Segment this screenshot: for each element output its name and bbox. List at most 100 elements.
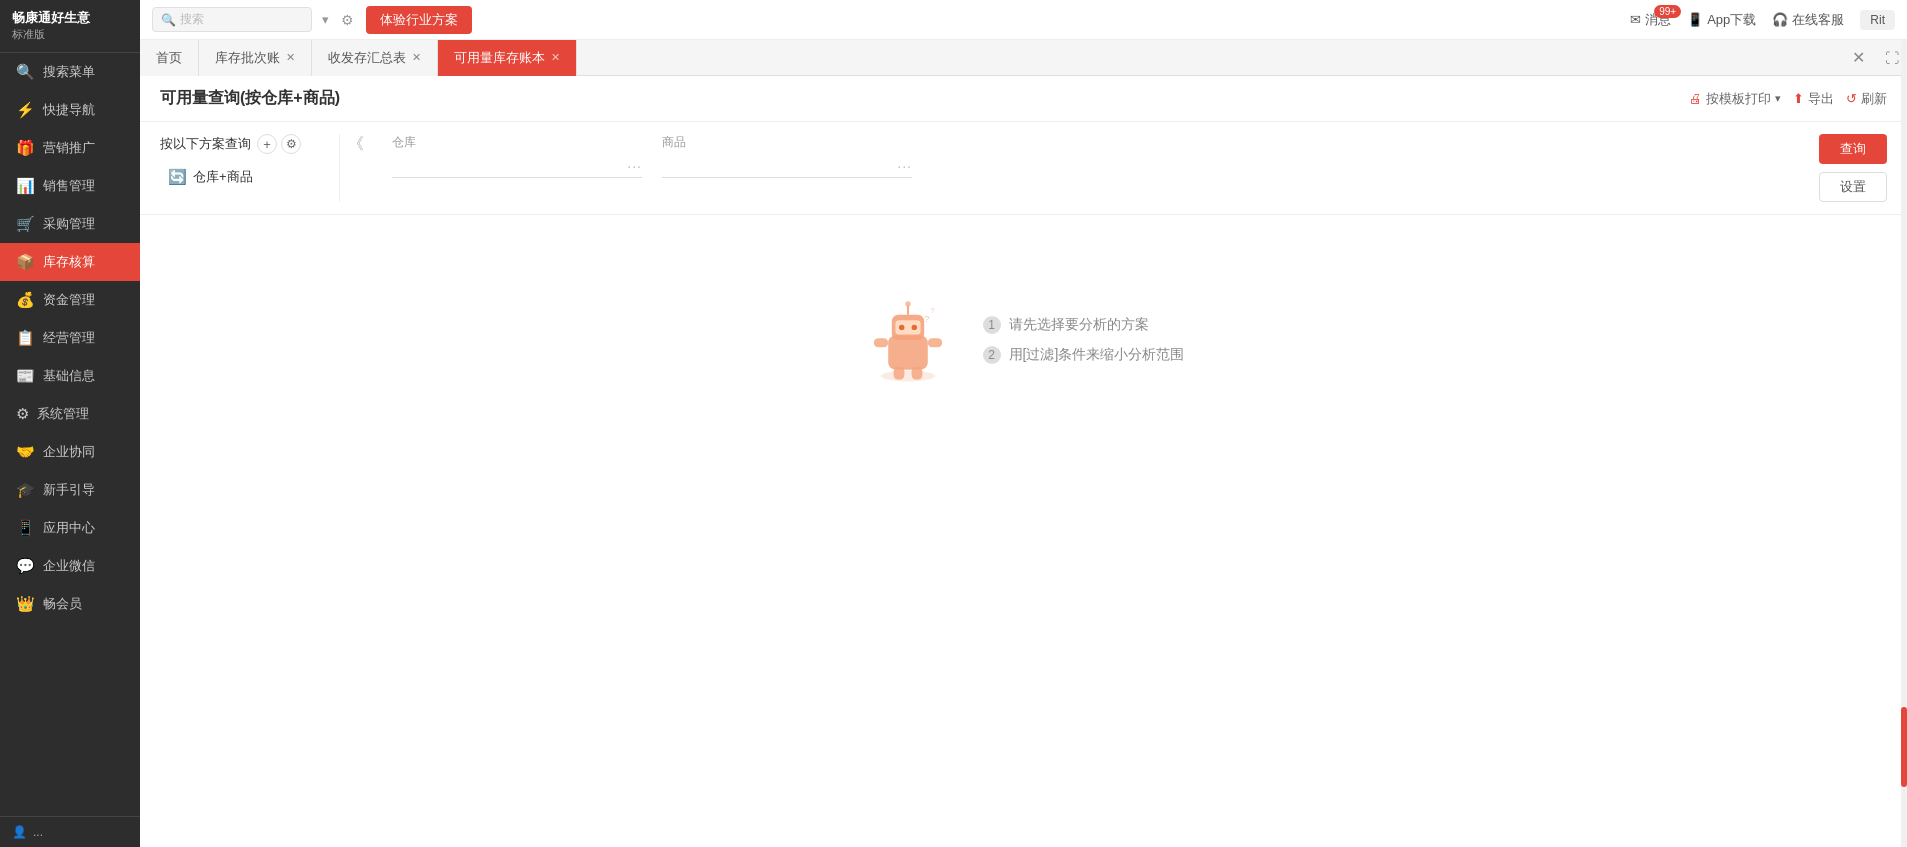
tab-collect-summary-label: 收发存汇总表 <box>328 49 406 67</box>
sidebar-item-shortcut[interactable]: ⚡ 快捷导航 <box>0 91 140 129</box>
sidebar-bottom: 👤 ... <box>0 816 140 847</box>
shortcut-icon: ⚡ <box>16 101 35 119</box>
settings-icon[interactable]: ⚙ <box>341 12 354 28</box>
sidebar-item-marketing[interactable]: 🎁 营销推广 <box>0 129 140 167</box>
tab-home[interactable]: 首页 <box>140 40 199 76</box>
app-download-button[interactable]: 📱 App下载 <box>1687 11 1756 29</box>
empty-tip-1: 1 请先选择要分析的方案 <box>983 316 1185 334</box>
print-chevron-icon[interactable]: ▾ <box>1775 92 1781 105</box>
user-menu-button[interactable]: Rit <box>1860 10 1895 30</box>
app-name: 畅康通好生意 <box>12 10 128 27</box>
empty-state-content: ? ? 1 请先选择要分析的方案 2 用[过滤]条件来缩小分析范围 <box>863 295 1185 385</box>
export-button[interactable]: ⬆ 导出 <box>1793 90 1834 108</box>
empty-tip-2: 2 用[过滤]条件来缩小分析范围 <box>983 346 1185 364</box>
tab-collect-summary[interactable]: 收发存汇总表 ✕ <box>312 40 438 76</box>
sidebar-item-label: 企业微信 <box>43 557 95 575</box>
tab-close-icon[interactable]: ✕ <box>412 51 421 64</box>
filter-section: 按以下方案查询 + ⚙ 🔄 仓库+商品 《 仓库 <box>140 122 1907 215</box>
sidebar-item-newbie[interactable]: 🎓 新手引导 <box>0 471 140 509</box>
user-name: Rit <box>1870 13 1885 27</box>
tip-number-2: 2 <box>983 346 1001 364</box>
svg-rect-1 <box>888 336 928 370</box>
print-button[interactable]: 🖨 按模板打印 ▾ <box>1689 90 1781 108</box>
tab-close-icon[interactable]: ✕ <box>286 51 295 64</box>
goods-input[interactable] <box>662 159 891 174</box>
filter-action-buttons: 查询 设置 <box>1799 134 1887 202</box>
sidebar-nav: 🔍 搜索菜单 ⚡ 快捷导航 🎁 营销推广 📊 销售管理 🛒 采购管理 📦 库存核… <box>0 53 140 816</box>
warehouse-dots[interactable]: ··· <box>627 158 642 174</box>
sidebar-item-label: 系统管理 <box>37 405 89 423</box>
empty-tips: 1 请先选择要分析的方案 2 用[过滤]条件来缩小分析范围 <box>983 316 1185 364</box>
query-button[interactable]: 查询 <box>1819 134 1887 164</box>
industry-solution-button[interactable]: 体验行业方案 <box>366 6 472 34</box>
warehouse-input[interactable] <box>392 159 621 174</box>
sidebar-item-sales[interactable]: 📊 销售管理 <box>0 167 140 205</box>
sidebar-item-label: 库存核算 <box>43 253 95 271</box>
online-service-button[interactable]: 🎧 在线客服 <box>1772 11 1844 29</box>
goods-input-wrapper: ··· <box>662 155 912 178</box>
collapse-icon[interactable]: 《 <box>340 134 372 202</box>
setting-button[interactable]: 设置 <box>1819 172 1887 202</box>
message-button[interactable]: ✉ 消息 99+ <box>1630 11 1671 29</box>
goods-filter-field: 商品 ··· <box>662 134 912 178</box>
main-area: 🔍 搜索 ▾ ⚙ 体验行业方案 ✉ 消息 99+ 📱 App下载 🎧 在线客服 … <box>140 0 1907 847</box>
sidebar-item-corp[interactable]: 🤝 企业协同 <box>0 433 140 471</box>
warehouse-label: 仓库 <box>392 134 642 151</box>
svg-text:?: ? <box>924 314 929 324</box>
scheme-item-warehouse-goods[interactable]: 🔄 仓库+商品 <box>160 162 327 192</box>
sidebar-item-label: 经营管理 <box>43 329 95 347</box>
sidebar-item-appcenter[interactable]: 📱 应用中心 <box>0 509 140 547</box>
search-icon: 🔍 <box>16 63 35 81</box>
tip-text-2: 用[过滤]条件来缩小分析范围 <box>1009 346 1185 364</box>
svg-point-0 <box>881 371 935 382</box>
newspaper-icon: 📰 <box>16 367 35 385</box>
svg-rect-9 <box>911 367 922 380</box>
chevron-down-icon[interactable]: ▾ <box>322 12 329 27</box>
goods-dots[interactable]: ··· <box>897 158 912 174</box>
right-scrollbar-thumb[interactable] <box>1901 707 1907 787</box>
edit-scheme-button[interactable]: ⚙ <box>281 134 301 154</box>
gear-icon: ⚙ <box>16 405 29 423</box>
page-header: 可用量查询(按仓库+商品) 🖨 按模板打印 ▾ ⬆ 导出 ↺ 刷新 <box>140 76 1907 122</box>
tab-batch-account[interactable]: 库存批次账 ✕ <box>199 40 312 76</box>
sidebar-item-operation[interactable]: 📋 经营管理 <box>0 319 140 357</box>
filter-scheme-header: 按以下方案查询 + ⚙ <box>160 134 327 154</box>
refresh-button[interactable]: ↺ 刷新 <box>1846 90 1887 108</box>
sidebar-item-purchase[interactable]: 🛒 采购管理 <box>0 205 140 243</box>
sidebar-item-corpwx[interactable]: 💬 企业微信 <box>0 547 140 585</box>
chat-icon: 💬 <box>16 557 35 575</box>
sidebar-item-label: 资金管理 <box>43 291 95 309</box>
filter-scheme-actions: + ⚙ <box>257 134 301 154</box>
tab-home-label: 首页 <box>156 49 182 67</box>
service-label: 在线客服 <box>1792 11 1844 29</box>
sidebar-item-label: 销售管理 <box>43 177 95 195</box>
filter-scheme-panel: 按以下方案查询 + ⚙ 🔄 仓库+商品 <box>160 134 340 202</box>
sidebar-item-member[interactable]: 👑 畅会员 <box>0 585 140 623</box>
tab-available-ledger[interactable]: 可用量库存账本 ✕ <box>438 40 577 76</box>
svg-point-4 <box>899 325 904 330</box>
sidebar-item-search[interactable]: 🔍 搜索菜单 <box>0 53 140 91</box>
print-icon: 🖨 <box>1689 91 1702 106</box>
app-icon: 📱 <box>1687 12 1703 27</box>
search-icon: 🔍 <box>161 13 176 27</box>
tab-bar-close-button[interactable]: ✕ <box>1840 40 1877 76</box>
topbar-search-box[interactable]: 🔍 搜索 <box>152 7 312 32</box>
gift-icon: 🎁 <box>16 139 35 157</box>
sidebar-bottom-icon: 👤 <box>12 825 27 839</box>
sidebar-item-inventory[interactable]: 📦 库存核算 <box>0 243 140 281</box>
tip-text-1: 请先选择要分析的方案 <box>1009 316 1149 334</box>
print-label: 按模板打印 <box>1706 90 1771 108</box>
tab-close-icon[interactable]: ✕ <box>551 51 560 64</box>
right-scrollbar[interactable] <box>1901 40 1907 847</box>
sidebar-item-label: 搜索菜单 <box>43 63 95 81</box>
app-label: App下载 <box>1707 11 1756 29</box>
add-scheme-button[interactable]: + <box>257 134 277 154</box>
sidebar-item-basic[interactable]: 📰 基础信息 <box>0 357 140 395</box>
sidebar-item-system[interactable]: ⚙ 系统管理 <box>0 395 140 433</box>
refresh-label: 刷新 <box>1861 90 1887 108</box>
sidebar-item-finance[interactable]: 💰 资金管理 <box>0 281 140 319</box>
page-title: 可用量查询(按仓库+商品) <box>160 88 340 109</box>
cart-icon: 🛒 <box>16 215 35 233</box>
sidebar-item-label: 采购管理 <box>43 215 95 233</box>
svg-point-5 <box>911 325 916 330</box>
